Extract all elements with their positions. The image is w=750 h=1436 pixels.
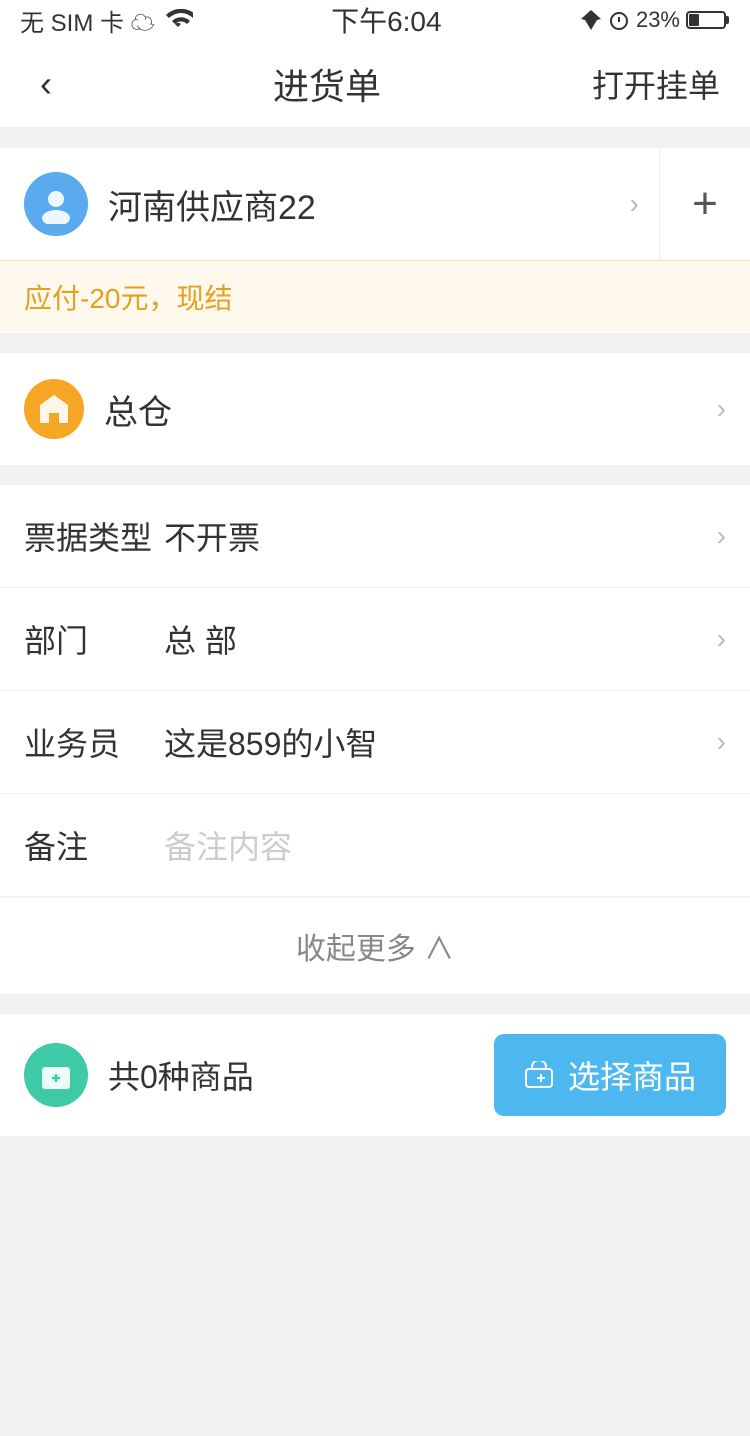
back-button[interactable]: ‹ bbox=[30, 53, 62, 115]
department-label: 部门 bbox=[24, 616, 164, 662]
notice-bar: 应付-20元，现结 bbox=[0, 260, 750, 333]
page-title: 进货单 bbox=[273, 58, 381, 110]
invoice-type-label: 票据类型 bbox=[24, 513, 164, 559]
gap1 bbox=[0, 128, 750, 148]
status-right: 23% bbox=[580, 7, 730, 33]
form-section: 票据类型 不开票 › 部门 总 部 › 业务员 这是859的小智 › 备注 备注… bbox=[0, 485, 750, 896]
warehouse-icon bbox=[24, 379, 84, 439]
product-bar: 共0种商品 选择商品 bbox=[0, 1014, 750, 1136]
product-count-label: 共0种商品 bbox=[108, 1052, 494, 1098]
product-icon bbox=[24, 1043, 88, 1107]
select-product-button[interactable]: 选择商品 bbox=[494, 1034, 726, 1116]
remark-label: 备注 bbox=[24, 822, 164, 868]
status-bar: 无 SIM 卡 ☁ 下午6:04 23% bbox=[0, 0, 750, 40]
add-supplier-button[interactable]: + bbox=[660, 148, 750, 260]
wifi-icon bbox=[163, 9, 193, 31]
salesperson-label: 业务员 bbox=[24, 719, 164, 765]
warehouse-selector[interactable]: 总仓 › bbox=[0, 353, 750, 465]
notice-text: 应付-20元，现结 bbox=[24, 283, 232, 314]
supplier-chevron-icon: › bbox=[630, 188, 639, 220]
location-icon bbox=[580, 9, 602, 31]
page-background bbox=[0, 1136, 750, 1436]
salesperson-chevron-icon: › bbox=[717, 726, 726, 758]
cart-icon bbox=[524, 1061, 558, 1089]
signal-text: 无 SIM 卡 ☁ bbox=[20, 3, 155, 38]
salesperson-value: 这是859的小智 bbox=[164, 719, 707, 765]
nav-bar: ‹ 进货单 打开挂单 bbox=[0, 40, 750, 128]
warehouse-chevron-icon: › bbox=[717, 393, 726, 425]
status-time: 下午6:04 bbox=[331, 0, 442, 40]
battery-icon bbox=[686, 9, 730, 31]
supplier-name: 河南供应商22 bbox=[108, 180, 620, 229]
supplier-section: 河南供应商22 › + bbox=[0, 148, 750, 260]
department-value: 总 部 bbox=[164, 616, 707, 662]
battery-text: 23% bbox=[636, 7, 680, 33]
invoice-type-chevron-icon: › bbox=[717, 520, 726, 552]
supplier-avatar bbox=[24, 172, 88, 236]
supplier-selector[interactable]: 河南供应商22 › bbox=[0, 148, 660, 260]
warehouse-name: 总仓 bbox=[104, 385, 707, 434]
remark-input[interactable]: 备注内容 bbox=[164, 822, 726, 868]
invoice-type-value: 不开票 bbox=[164, 513, 707, 559]
collapse-button[interactable]: 收起更多 ∧ bbox=[0, 897, 750, 994]
invoice-type-row[interactable]: 票据类型 不开票 › bbox=[0, 485, 750, 588]
collapse-label: 收起更多 ∧ bbox=[296, 924, 454, 968]
department-row[interactable]: 部门 总 部 › bbox=[0, 588, 750, 691]
alarm-icon bbox=[608, 9, 630, 31]
select-product-label: 选择商品 bbox=[568, 1052, 696, 1098]
remark-row[interactable]: 备注 备注内容 bbox=[0, 794, 750, 896]
department-chevron-icon: › bbox=[717, 623, 726, 655]
salesperson-row[interactable]: 业务员 这是859的小智 › bbox=[0, 691, 750, 794]
status-left: 无 SIM 卡 ☁ bbox=[20, 3, 193, 38]
open-pending-button[interactable]: 打开挂单 bbox=[592, 61, 720, 107]
